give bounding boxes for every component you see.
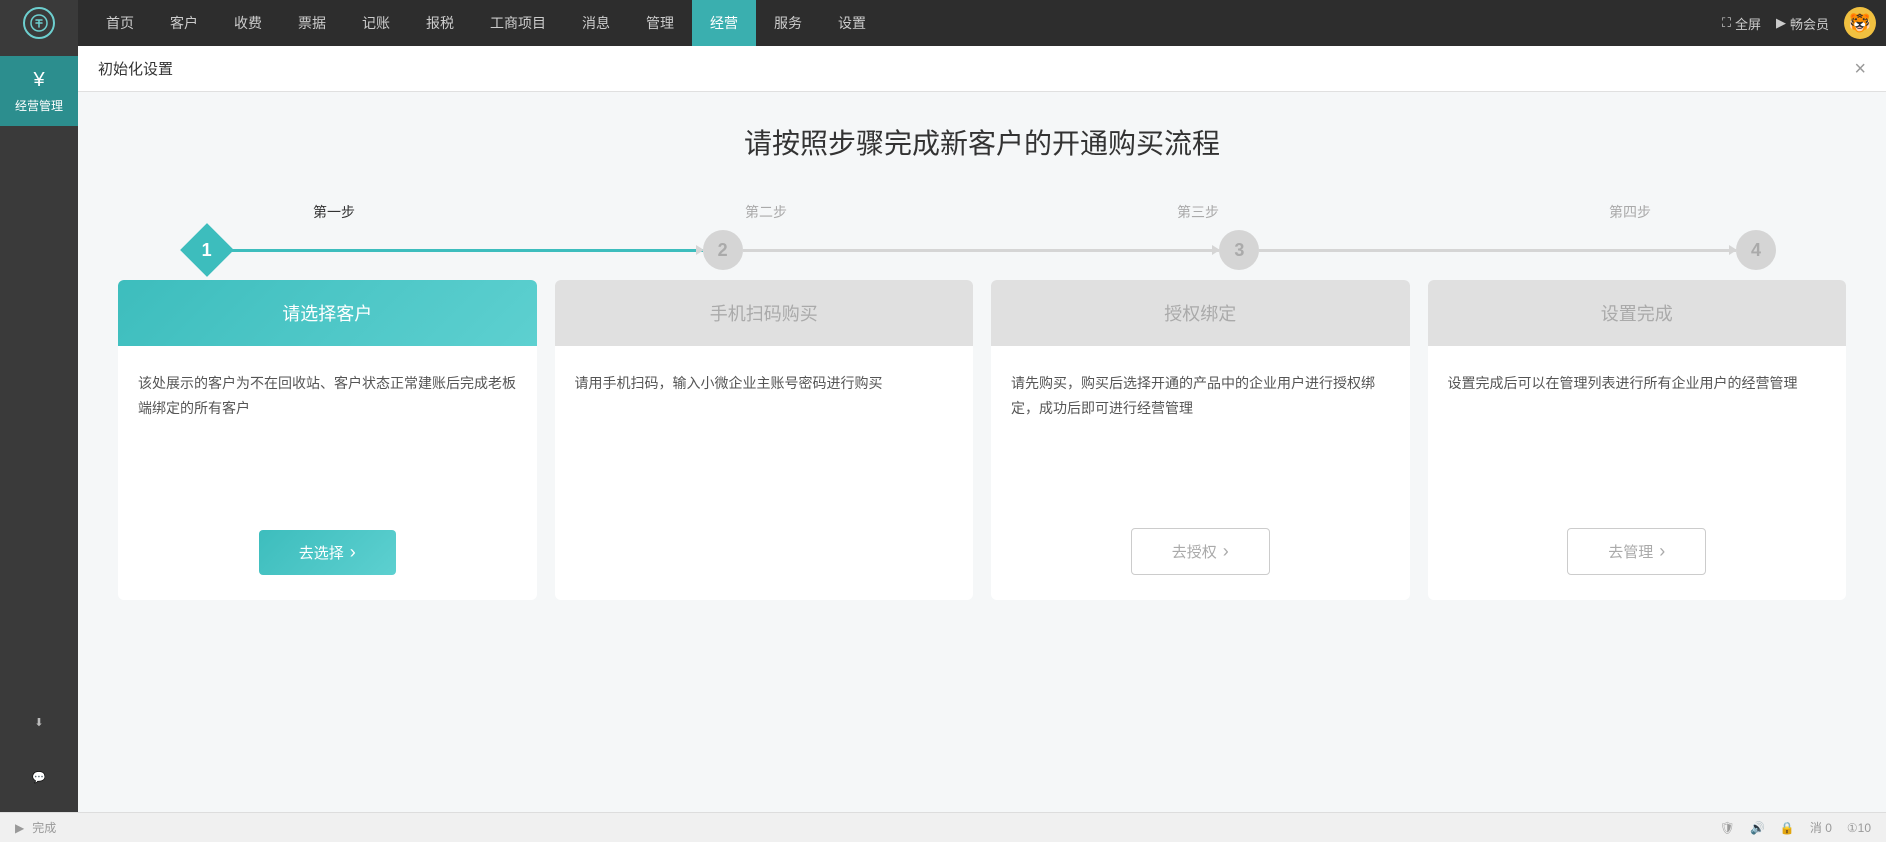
step2-card-header: 手机扫码购买 xyxy=(555,280,974,346)
step2-card: 手机扫码购买 请用手机扫码，输入小微企业主账号密码进行购买 xyxy=(555,280,974,600)
step2-card-footer xyxy=(555,560,974,600)
main-layout: ¥ 经营管理 ⬇ 💬 初始化设置 × 请按照步骤完成新客户的开通购买流程 xyxy=(0,46,1886,812)
nav-invoice[interactable]: 票据 xyxy=(280,0,344,46)
step2-label: 第二步 xyxy=(550,202,982,222)
message-count: 消 0 xyxy=(1810,819,1832,836)
play-status-icon: ▶ xyxy=(15,821,24,835)
step4-label: 第四步 xyxy=(1414,202,1846,222)
step3-btn-arrow: › xyxy=(1223,541,1229,562)
step4-btn-arrow: › xyxy=(1659,541,1665,562)
volume-icon: 🔊 xyxy=(1750,821,1765,835)
step4-action-button[interactable]: 去管理 › xyxy=(1567,528,1706,575)
page-title: 初始化设置 xyxy=(98,58,173,79)
status-text: 完成 xyxy=(32,819,56,836)
step1-card-header: 请选择客户 xyxy=(118,280,537,346)
step3-card-header: 授权绑定 xyxy=(991,280,1410,346)
step1-card-footer: 去选择 › xyxy=(118,515,537,600)
main-title: 请按照步骤完成新客户的开通购买流程 xyxy=(118,122,1846,162)
download-icon: ⬇ xyxy=(34,716,43,729)
sidebar-chat-btn[interactable]: 💬 xyxy=(0,752,78,802)
step3-label: 第三步 xyxy=(982,202,1414,222)
nav-customer[interactable]: 客户 xyxy=(152,0,216,46)
step1-btn-label: 去选择 xyxy=(299,542,344,563)
step2-circle: 2 xyxy=(703,230,743,270)
nav-fee[interactable]: 收费 xyxy=(216,0,280,46)
fullscreen-btn[interactable]: ⛶ 全屏 xyxy=(1722,14,1761,33)
top-nav: 首页 客户 收费 票据 记账 报税 工商项目 消息 管理 经营 服务 设置 ⛶ … xyxy=(0,0,1886,46)
content-header: 初始化设置 × xyxy=(78,46,1886,92)
nav-tax[interactable]: 报税 xyxy=(408,0,472,46)
status-left: ▶ 完成 xyxy=(15,819,56,836)
lock-icon: 🔒 xyxy=(1780,821,1795,835)
step4-card: 设置完成 设置完成后可以在管理列表进行所有企业用户的经营管理 去管理 › xyxy=(1428,280,1847,600)
step3-action-button[interactable]: 去授权 › xyxy=(1131,528,1270,575)
step4-circle-wrapper: 4 xyxy=(1736,230,1776,270)
page-body: 请按照步骤完成新客户的开通购买流程 第一步 第二步 第三步 第四步 1 xyxy=(78,92,1886,812)
step1-circle: 1 xyxy=(180,223,234,277)
sidebar-bottom: ⬇ 💬 xyxy=(0,697,78,812)
content-area: 初始化设置 × 请按照步骤完成新客户的开通购买流程 第一步 第二步 第三步 第四… xyxy=(78,46,1886,812)
nav-settings[interactable]: 设置 xyxy=(820,0,884,46)
step3-btn-label: 去授权 xyxy=(1172,541,1217,562)
nav-service[interactable]: 服务 xyxy=(756,0,820,46)
yen-icon: ¥ xyxy=(33,69,44,92)
step1-label: 第一步 xyxy=(118,202,550,222)
line-3-4 xyxy=(1259,249,1736,252)
nav-message[interactable]: 消息 xyxy=(564,0,628,46)
logo-icon xyxy=(23,7,55,39)
nav-items: 首页 客户 收费 票据 记账 报税 工商项目 消息 管理 经营 服务 设置 xyxy=(78,0,1722,46)
shield-icon: 🛡 xyxy=(1720,821,1735,835)
step4-card-body: 设置完成后可以在管理列表进行所有企业用户的经营管理 xyxy=(1428,346,1847,513)
step3-card-body: 请先购买，购买后选择开通的产品中的企业用户进行授权绑定，成功后即可进行经营管理 xyxy=(991,346,1410,513)
step4-card-header: 设置完成 xyxy=(1428,280,1847,346)
line-1-2 xyxy=(226,249,703,252)
sidebar-item-operation[interactable]: ¥ 经营管理 xyxy=(0,56,78,126)
step2-circle-wrapper: 2 xyxy=(703,230,743,270)
fullscreen-icon: ⛶ xyxy=(1722,15,1731,31)
step1-action-button[interactable]: 去选择 › xyxy=(259,530,396,575)
sidebar-item-label: 经营管理 xyxy=(15,97,63,114)
cards-row: 请选择客户 该处展示的客户为不在回收站、客户状态正常建账后完成老板端绑定的所有客… xyxy=(118,280,1846,600)
step3-circle-wrapper: 3 xyxy=(1219,230,1259,270)
nav-business[interactable]: 工商项目 xyxy=(472,0,564,46)
sidebar: ¥ 经营管理 ⬇ 💬 xyxy=(0,46,78,812)
step2-card-body: 请用手机扫码，输入小微企业主账号密码进行购买 xyxy=(555,346,974,560)
notification-count: ①10 xyxy=(1847,821,1871,835)
nav-manage[interactable]: 管理 xyxy=(628,0,692,46)
nav-bookkeeping[interactable]: 记账 xyxy=(344,0,408,46)
member-btn[interactable]: ▶ 畅会员 xyxy=(1776,14,1829,33)
steps-circles: 1 2 3 xyxy=(118,230,1846,270)
step1-card-body: 该处展示的客户为不在回收站、客户状态正常建账后完成老板端绑定的所有客户 xyxy=(118,346,537,515)
step4-card-footer: 去管理 › xyxy=(1428,513,1847,600)
steps-labels: 第一步 第二步 第三步 第四步 xyxy=(118,202,1846,222)
nav-home[interactable]: 首页 xyxy=(88,0,152,46)
status-bar: ▶ 完成 🛡 🔊 🔒 消 0 ①10 xyxy=(0,812,1886,842)
avatar[interactable]: 🐯 xyxy=(1844,7,1876,39)
step1-card: 请选择客户 该处展示的客户为不在回收站、客户状态正常建账后完成老板端绑定的所有客… xyxy=(118,280,537,600)
close-button[interactable]: × xyxy=(1854,59,1866,79)
step1-circle-wrapper: 1 xyxy=(188,231,226,269)
step1-btn-arrow: › xyxy=(350,542,356,563)
step3-card-footer: 去授权 › xyxy=(991,513,1410,600)
step4-circle: 4 xyxy=(1736,230,1776,270)
steps-wrapper: 第一步 第二步 第三步 第四步 1 xyxy=(118,202,1846,270)
logo[interactable] xyxy=(0,0,78,46)
nav-operation[interactable]: 经营 xyxy=(692,0,756,46)
step3-card: 授权绑定 请先购买，购买后选择开通的产品中的企业用户进行授权绑定，成功后即可进行… xyxy=(991,280,1410,600)
step4-btn-label: 去管理 xyxy=(1608,541,1653,562)
step3-circle: 3 xyxy=(1219,230,1259,270)
status-right: 🛡 🔊 🔒 消 0 ①10 xyxy=(1720,819,1871,836)
sidebar-download-btn[interactable]: ⬇ xyxy=(0,697,78,747)
nav-right: ⛶ 全屏 ▶ 畅会员 🐯 xyxy=(1722,7,1886,39)
line-2-3 xyxy=(743,249,1220,252)
chat-icon: 💬 xyxy=(32,771,46,784)
play-icon: ▶ xyxy=(1776,15,1786,31)
